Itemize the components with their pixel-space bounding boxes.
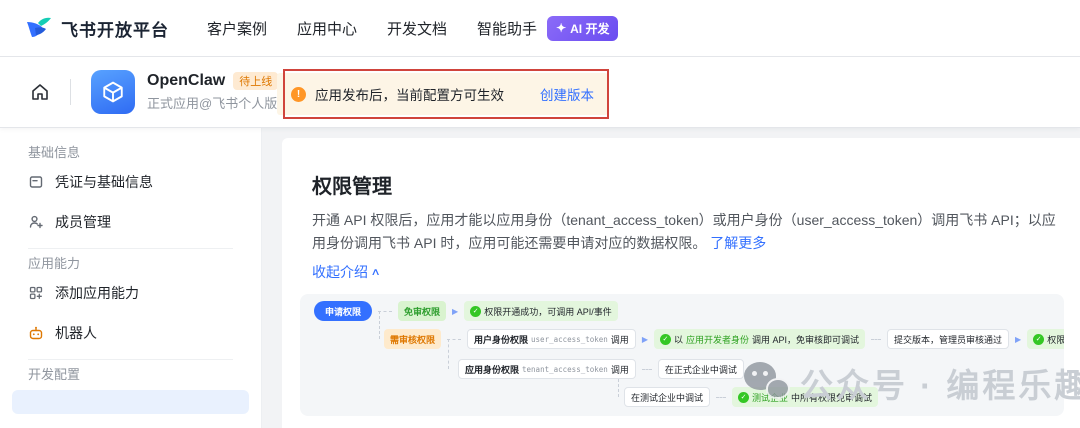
header-divider xyxy=(70,79,71,105)
check-icon: ✓ xyxy=(738,391,750,403)
flow-dev-call-green: 应用开发者身份 xyxy=(685,334,749,345)
sidebar-item-label: 添加应用能力 xyxy=(55,285,139,301)
feishu-logo[interactable]: 飞书开放平台 xyxy=(25,15,169,41)
sidebar-section-capabilities: 应用能力 xyxy=(28,256,81,271)
flow-user-perm-box: 用户身份权限 user_access_token 调用 xyxy=(467,329,636,349)
flow-dash xyxy=(716,396,727,398)
flow-no-review-tag: 免审权限 xyxy=(398,301,447,321)
app-identity: OpenClaw 待上线 正式应用@飞书个人版 xyxy=(147,72,279,112)
sparkle-icon: ✦ xyxy=(556,21,567,35)
flow-app-perm-box: 应用身份权限 tenant_access_token 调用 xyxy=(458,359,636,379)
arrow-right-icon: ▶ xyxy=(452,306,459,316)
credential-icon xyxy=(29,176,43,188)
warning-icon: ! xyxy=(291,86,306,102)
home-icon[interactable] xyxy=(30,82,50,102)
page-title: 权限管理 xyxy=(312,176,392,198)
publish-warning-banner: ! 应用发布后，当前配置方可生效 创建版本 xyxy=(277,73,608,115)
flow-success-text: 权限开通成功，可调用 API/事件 xyxy=(484,306,612,317)
permission-management-card: 权限管理 开通 API 权限后，应用才能以应用身份（tenant_access_… xyxy=(282,138,1080,428)
feishu-open-platform-page: 飞书开放平台 客户案例 应用中心 开发文档 智能助手 ✦ AI 开发 OpenC… xyxy=(0,0,1080,428)
sidebar-item-label: 成员管理 xyxy=(55,214,111,230)
arrow-right-icon: ▶ xyxy=(641,334,648,344)
nav-customer-cases[interactable]: 客户案例 xyxy=(207,18,267,39)
app-name: OpenClaw xyxy=(147,72,226,89)
flow-app-perm-label: 应用身份权限 xyxy=(465,364,520,375)
collapse-intro-link[interactable]: 收起介绍 ∧ xyxy=(312,262,381,282)
collapse-intro-label: 收起介绍 xyxy=(312,264,368,280)
check-icon: ✓ xyxy=(1033,333,1045,345)
flow-review-tag: 需审核权限 xyxy=(384,329,442,349)
flow-dash xyxy=(447,338,462,340)
sidebar-item-add-capability[interactable]: 添加应用能力 xyxy=(0,273,261,313)
sidebar: 基础信息 凭证与基础信息 成员管理 应用能力 添加应用能力 机器人 开发配置 xyxy=(0,128,262,428)
page-description: 开通 API 权限后，应用才能以应用身份（tenant_access_token… xyxy=(312,209,1057,255)
sidebar-section-basic-info: 基础信息 xyxy=(28,145,81,160)
feishu-bird-icon xyxy=(27,17,51,37)
ai-dev-badge[interactable]: ✦ AI 开发 xyxy=(547,15,619,41)
flow-row-no-review: 申请权限 免审权限 ▶ ✓ 权限开通成功，可调用 API/事件 xyxy=(314,301,618,321)
member-add-icon xyxy=(29,215,43,229)
create-version-button[interactable]: 创建版本 xyxy=(540,84,594,104)
flow-user-perm-label: 用户身份权限 xyxy=(474,334,529,345)
add-capability-icon xyxy=(29,286,43,300)
flow-dev-call-box: ✓ 以 应用开发者身份 调用 API，免审核即可调试 xyxy=(653,329,866,349)
nav-ai-assistant[interactable]: 智能助手 xyxy=(477,18,537,39)
sidebar-section-dev-config: 开发配置 xyxy=(28,367,81,382)
robot-icon xyxy=(29,326,43,340)
flow-formal-debug-box: 在正式企业中调试 xyxy=(657,359,744,379)
top-nav-menu: 客户案例 应用中心 开发文档 智能助手 xyxy=(207,18,537,39)
sidebar-item-bot[interactable]: 机器人 xyxy=(0,313,261,353)
ai-dev-badge-label: AI 开发 xyxy=(570,21,610,36)
app-header: OpenClaw 待上线 正式应用@飞书个人版 ! 应用发布后，当前配置方可生效… xyxy=(0,57,1080,128)
flow-test-suffix: 中所有权限免审调试 xyxy=(791,392,873,403)
flow-row-review: 需审核权限 用户身份权限 user_access_token 调用 ▶ ✓ 以 … xyxy=(384,329,1064,349)
flow-user-token: user_access_token xyxy=(531,334,608,344)
flow-dev-call-prefix: 以 xyxy=(673,334,683,345)
flow-test-debug-box: 在测试企业中调试 xyxy=(624,387,711,407)
flow-dash xyxy=(641,368,652,370)
flow-row-tenant: 应用身份权限 tenant_access_token 调用 在正式企业中调试 xyxy=(458,359,744,379)
sidebar-divider xyxy=(28,359,233,360)
flow-row-test: 在测试企业中调试 ✓ 测试企业 中所有权限免审调试 xyxy=(624,387,879,407)
flow-submit-box: 提交版本，管理员审核通过 xyxy=(887,329,1010,349)
flow-user-perm-suffix: 调用 xyxy=(610,334,629,345)
app-subtitle: 正式应用@飞书个人版 xyxy=(147,96,278,111)
learn-more-link[interactable]: 了解更多 xyxy=(710,235,766,251)
sidebar-divider xyxy=(28,248,233,249)
arrow-right-icon: ▶ xyxy=(1015,334,1022,344)
check-icon: ✓ xyxy=(659,333,671,345)
nav-app-center[interactable]: 应用中心 xyxy=(297,18,357,39)
check-icon: ✓ xyxy=(470,305,482,317)
status-badge: 待上线 xyxy=(233,72,279,90)
sidebar-item-credentials[interactable]: 凭证与基础信息 xyxy=(0,162,261,202)
app-avatar xyxy=(91,70,135,114)
flow-dash xyxy=(378,310,393,312)
permission-flow-diagram: 申请权限 免审权限 ▶ ✓ 权限开通成功，可调用 API/事件 需审核权限 用户… xyxy=(300,294,1064,416)
flow-success-text-2: 权限开通成功，可调用 API/事件 xyxy=(1047,334,1064,345)
sidebar-item-members[interactable]: 成员管理 xyxy=(0,202,261,242)
content-background: 权限管理 开通 API 权限后，应用才能以应用身份（tenant_access_… xyxy=(262,128,1080,428)
flow-dev-call-suffix: 调用 API，免审核即可调试 xyxy=(752,334,860,345)
sidebar-item-selected-partial[interactable] xyxy=(12,390,249,414)
flow-apply-permission: 申请权限 xyxy=(314,301,373,321)
description-text: 开通 API 权限后，应用才能以应用身份（tenant_access_token… xyxy=(312,212,1056,251)
flow-tenant-token: tenant_access_token xyxy=(522,364,608,374)
flow-dash xyxy=(871,338,882,340)
top-nav: 飞书开放平台 客户案例 应用中心 开发文档 智能助手 ✦ AI 开发 xyxy=(0,0,1080,57)
banner-text: 应用发布后，当前配置方可生效 xyxy=(315,88,504,103)
flow-test-free-box: ✓ 测试企业 中所有权限免审调试 xyxy=(732,387,879,407)
chevron-up-icon: ∧ xyxy=(370,266,381,278)
platform-title: 飞书开放平台 xyxy=(61,20,169,40)
flow-success-box-2: ✓ 权限开通成功，可调用 API/事件 xyxy=(1027,329,1064,349)
cube-icon xyxy=(103,81,123,103)
sidebar-item-label: 凭证与基础信息 xyxy=(55,174,153,190)
flow-success-box: ✓ 权限开通成功，可调用 API/事件 xyxy=(464,301,618,321)
flow-app-perm-suffix: 调用 xyxy=(610,364,629,375)
nav-dev-docs[interactable]: 开发文档 xyxy=(387,18,447,39)
flow-test-green: 测试企业 xyxy=(752,392,789,403)
sidebar-item-label: 机器人 xyxy=(55,325,97,341)
